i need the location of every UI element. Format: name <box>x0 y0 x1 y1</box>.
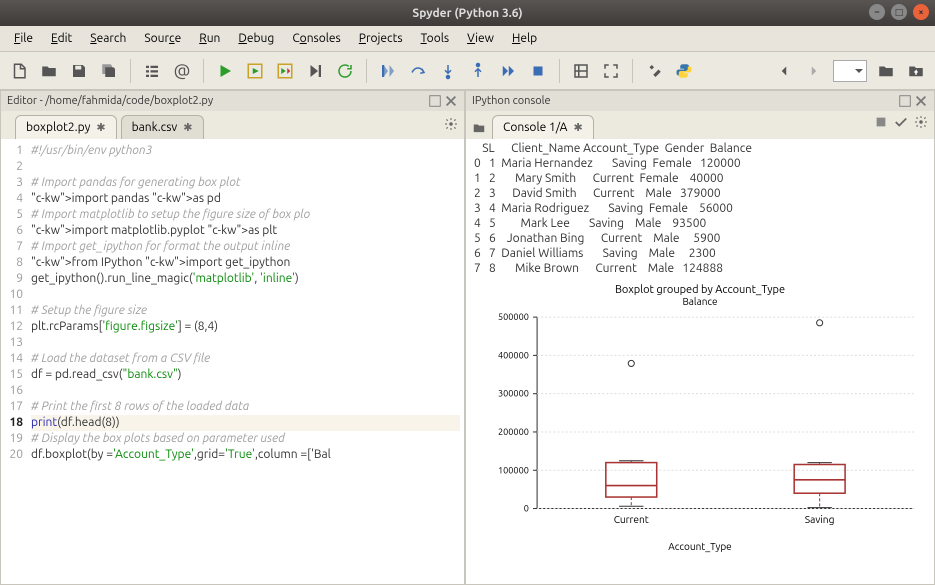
ipython-undock-icon[interactable] <box>898 94 912 108</box>
code-editor[interactable]: 1234567891011121314151617181920 #!/usr/b… <box>1 139 464 584</box>
menu-run[interactable]: Run <box>191 29 228 48</box>
editor-close-icon[interactable] <box>444 94 458 108</box>
tab-bank-csv[interactable]: bank.csv ✱ <box>121 115 204 139</box>
svg-text:Current: Current <box>614 514 649 525</box>
boxplot-chart: 0 100000 200000 300000 400000 500000 Current Sa… <box>476 308 924 538</box>
chart-title: Boxplot grouped by Account_Type <box>615 284 785 296</box>
fullscreen-icon[interactable] <box>600 60 622 82</box>
svg-text:500000: 500000 <box>498 311 529 322</box>
svg-text:0: 0 <box>524 503 529 514</box>
close-icon[interactable]: ✱ <box>96 121 105 134</box>
code-content[interactable]: #!/usr/bin/env python3 # Import pandas f… <box>29 139 464 584</box>
ipython-close-icon[interactable] <box>914 94 928 108</box>
tab-label: Console 1/A <box>503 121 567 134</box>
save-icon[interactable] <box>68 60 90 82</box>
tab-console[interactable]: Console 1/A ✱ <box>492 115 594 139</box>
continue-icon[interactable] <box>497 60 519 82</box>
window-titlebar: Spyder (Python 3.6) – □ × <box>0 0 935 26</box>
ipython-title-label: IPython console <box>472 95 551 107</box>
window-minimize-button[interactable]: – <box>869 4 885 20</box>
tab-boxplot2[interactable]: boxplot2.py ✱ <box>15 115 117 139</box>
svg-text:Saving: Saving <box>805 514 835 525</box>
rerun-icon[interactable] <box>334 60 356 82</box>
chart-xlabel: Account_Type <box>476 541 924 552</box>
working-dir-combo[interactable] <box>833 60 867 82</box>
python-path-icon[interactable] <box>673 60 695 82</box>
line-gutter: 1234567891011121314151617181920 <box>1 139 29 584</box>
editor-pane: Editor - /home/fahmida/code/boxplot2.py … <box>0 90 465 585</box>
at-icon[interactable]: @ <box>171 60 193 82</box>
browse-dir-icon[interactable] <box>875 60 897 82</box>
stop-debug-icon[interactable] <box>527 60 549 82</box>
new-file-icon[interactable] <box>8 60 30 82</box>
menu-source[interactable]: Source <box>136 29 189 48</box>
svg-text:400000: 400000 <box>498 349 529 360</box>
menu-debug[interactable]: Debug <box>230 29 282 48</box>
step-out-icon[interactable] <box>467 60 489 82</box>
back-icon[interactable] <box>773 60 795 82</box>
window-close-button[interactable]: × <box>913 4 929 20</box>
run-cell-icon[interactable] <box>244 60 266 82</box>
kernel-options-icon[interactable] <box>894 115 908 129</box>
menu-help[interactable]: Help <box>504 29 545 48</box>
close-icon[interactable]: ✱ <box>183 121 192 134</box>
step-over-icon[interactable] <box>407 60 429 82</box>
open-file-icon[interactable] <box>38 60 60 82</box>
stop-console-icon[interactable] <box>874 115 888 129</box>
ipython-pane-title: IPython console <box>466 91 934 111</box>
dataframe-output: SL Client_Name Account_Type Gender Balan… <box>466 139 934 278</box>
toolbar: @ <box>0 52 935 90</box>
editor-undock-icon[interactable] <box>428 94 442 108</box>
menu-tools[interactable]: Tools <box>413 29 458 48</box>
chart-output: Boxplot grouped by Account_Type Balance … <box>466 278 934 584</box>
editor-path-label: Editor - /home/fahmida/code/boxplot2.py <box>7 95 213 107</box>
svg-text:200000: 200000 <box>498 426 529 437</box>
window-title: Spyder (Python 3.6) <box>412 7 522 20</box>
gear-icon[interactable] <box>914 115 928 129</box>
chart-subtitle: Balance <box>682 296 717 307</box>
tab-label: bank.csv <box>132 121 178 134</box>
window-maximize-button[interactable]: □ <box>891 4 907 20</box>
step-into-icon[interactable] <box>437 60 459 82</box>
maximize-pane-icon[interactable] <box>570 60 592 82</box>
menubar: File Edit Search Source Run Debug Consol… <box>0 26 935 52</box>
forward-icon[interactable] <box>803 60 825 82</box>
run-icon[interactable] <box>214 60 236 82</box>
editor-tabbar: boxplot2.py ✱ bank.csv ✱ <box>1 111 464 139</box>
editor-pane-title: Editor - /home/fahmida/code/boxplot2.py <box>1 91 464 111</box>
ipython-tabbar: Console 1/A ✱ <box>466 111 934 139</box>
browse-tabs-icon[interactable] <box>472 121 486 135</box>
menu-projects[interactable]: Projects <box>351 29 411 48</box>
debug-icon[interactable] <box>377 60 399 82</box>
tab-label: boxplot2.py <box>26 121 90 134</box>
run-cell-advance-icon[interactable] <box>274 60 296 82</box>
close-icon[interactable]: ✱ <box>573 121 582 134</box>
svg-text:300000: 300000 <box>498 388 529 399</box>
menu-edit[interactable]: Edit <box>43 29 80 48</box>
save-all-icon[interactable] <box>98 60 120 82</box>
menu-file[interactable]: File <box>6 29 41 48</box>
console-output[interactable]: SL Client_Name Account_Type Gender Balan… <box>466 139 934 584</box>
ipython-pane: IPython console Console 1/A ✱ SL Client_… <box>465 90 935 585</box>
menu-search[interactable]: Search <box>82 29 134 48</box>
svg-text:100000: 100000 <box>498 464 529 475</box>
gear-icon[interactable] <box>444 117 458 131</box>
menu-consoles[interactable]: Consoles <box>284 29 348 48</box>
preferences-icon[interactable] <box>643 60 665 82</box>
run-selection-icon[interactable] <box>304 60 326 82</box>
menu-view[interactable]: View <box>459 29 502 48</box>
outline-icon[interactable] <box>141 60 163 82</box>
parent-dir-icon[interactable] <box>905 60 927 82</box>
